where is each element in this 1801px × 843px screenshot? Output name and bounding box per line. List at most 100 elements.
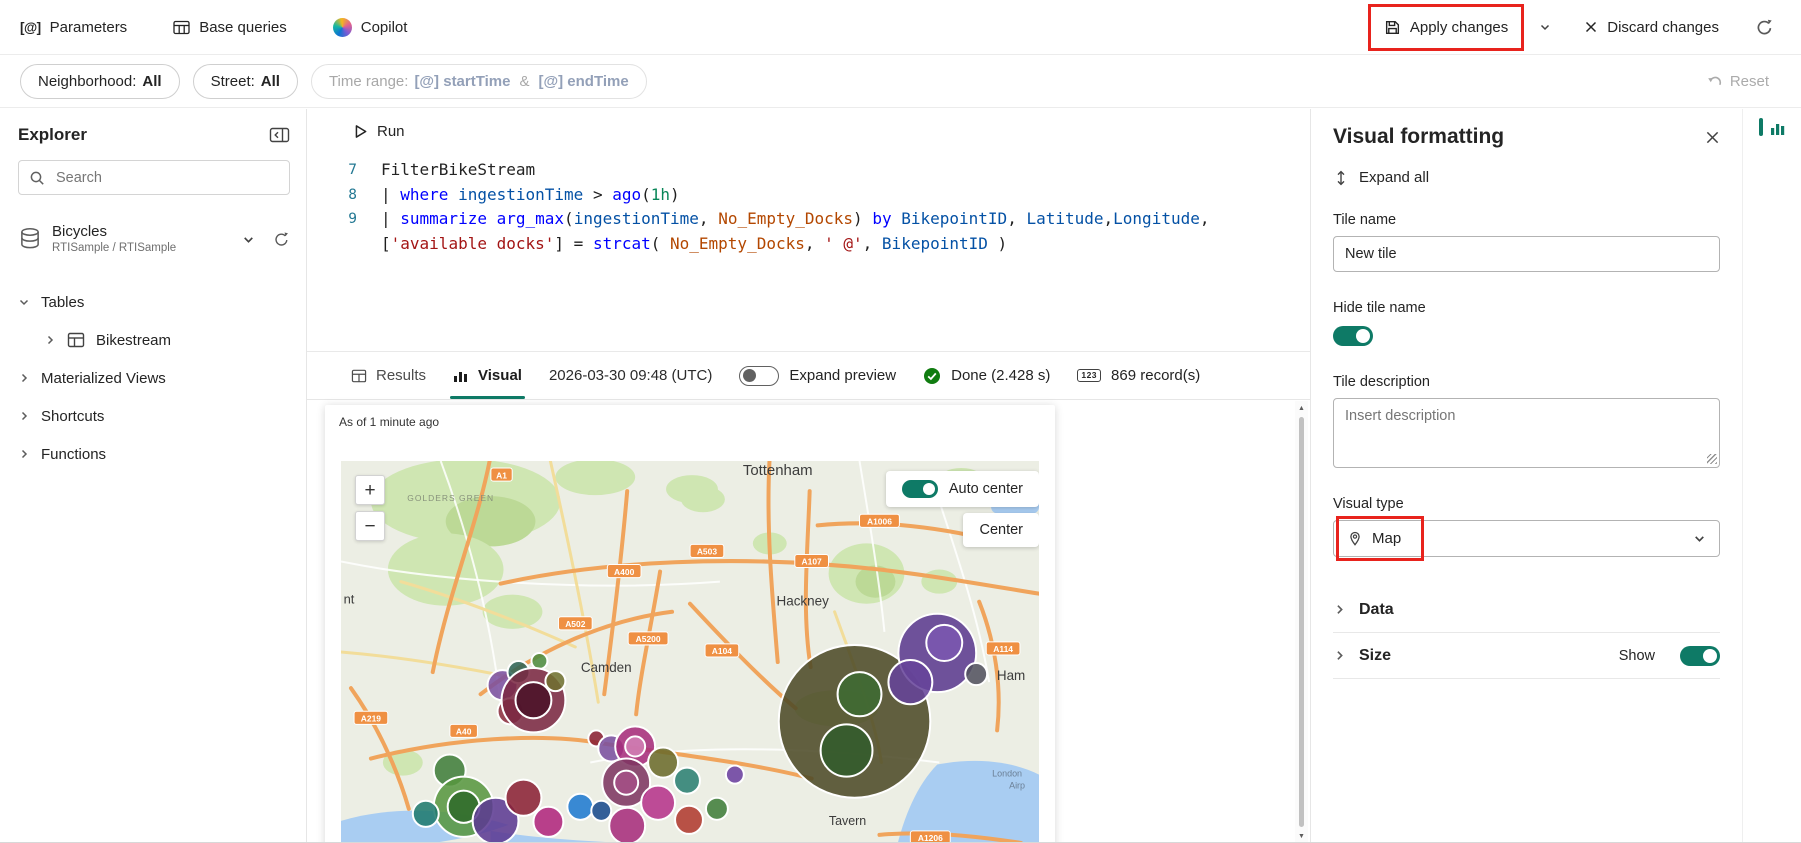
tree-item-tables[interactable]: Tables [18, 283, 290, 321]
svg-text:London: London [992, 769, 1022, 779]
visual-formatting-panel: Visual formatting Expand all Tile name H… [1310, 109, 1742, 843]
copilot-icon [332, 17, 352, 37]
collapse-pane-icon[interactable] [269, 126, 290, 144]
as-of-label: As of 1 minute ago [339, 415, 440, 429]
map-control-group: Auto center Center [885, 471, 1039, 547]
done-check-icon [923, 367, 941, 385]
scroll-up-arrow[interactable]: ▲ [1295, 401, 1308, 415]
section-size[interactable]: Size Show [1333, 633, 1720, 679]
neighborhood-filter-value: All [142, 73, 162, 90]
record-count-icon: 123 [1077, 368, 1102, 383]
tree-item-shortcuts[interactable]: Shortcuts [18, 397, 290, 435]
apply-changes-annotation-box: Apply changes [1367, 3, 1525, 51]
neighborhood-filter-pill[interactable]: Neighborhood: All [20, 64, 180, 99]
end-time-token: [@] endTime [538, 73, 629, 90]
expand-preview-toggle[interactable] [739, 365, 780, 386]
tab-visual[interactable]: Visual [450, 352, 525, 399]
results-toolbar: Results Visual 2026-03-30 09:48 (UTC) Ex… [307, 351, 1310, 400]
chevron-right-icon [44, 334, 56, 346]
copilot-button[interactable]: Copilot [332, 8, 407, 46]
tile-description-label: Tile description [1333, 374, 1430, 390]
tree-item-materialized-views[interactable]: Materialized Views [18, 359, 290, 397]
tree-item-bikestream[interactable]: Bikestream [18, 321, 290, 359]
tile-name-input[interactable] [1333, 236, 1720, 272]
search-input[interactable] [54, 168, 279, 187]
run-label: Run [377, 122, 405, 140]
reset-button[interactable]: Reset [1706, 73, 1781, 90]
save-icon [1384, 19, 1401, 36]
svg-text:Hackney: Hackney [777, 594, 830, 609]
close-icon[interactable] [1705, 130, 1720, 145]
zoom-in-button[interactable]: + [355, 475, 385, 505]
chevron-right-icon [18, 372, 30, 384]
svg-text:Tavern: Tavern [829, 814, 866, 828]
zoom-out-button[interactable]: − [355, 511, 385, 541]
map-canvas[interactable]: A1 A503 A400 A107 A1006 A502 A5200 A104 A114 A219… [341, 461, 1039, 843]
tab-results[interactable]: Results [351, 352, 426, 399]
chevron-down-icon [1693, 532, 1706, 545]
discard-changes-button[interactable]: Discard changes [1584, 8, 1719, 46]
pane-divider-icon[interactable] [1758, 118, 1763, 136]
start-time-token: [@] startTime [414, 73, 511, 90]
tile-name-label: Tile name [1333, 212, 1397, 228]
auto-center-label: Auto center [948, 481, 1023, 497]
visual-type-label: Visual type [1333, 496, 1404, 512]
svg-text:Camden: Camden [581, 660, 632, 675]
svg-text:A219: A219 [361, 713, 382, 723]
tree-item-label: Shortcuts [41, 407, 105, 425]
map-tile-card: As of 1 minute ago A1 A503 A400 A107 A10… [325, 405, 1055, 843]
query-timestamp: 2026-03-30 09:48 (UTC) [548, 367, 713, 384]
tile-description-input[interactable] [1333, 398, 1720, 468]
vertical-scrollbar[interactable]: ▲ ▼ [1295, 401, 1308, 843]
svg-text:A114: A114 [993, 644, 1013, 654]
parameters-icon: [@] [20, 19, 41, 35]
svg-text:A502: A502 [565, 619, 586, 629]
chevron-right-icon [18, 410, 30, 422]
apply-changes-button[interactable]: Apply changes [1384, 8, 1508, 46]
database-icon [18, 226, 42, 252]
base-queries-icon [173, 20, 190, 35]
visual-type-dropdown[interactable]: Map [1333, 516, 1720, 561]
show-size-toggle[interactable] [1680, 645, 1720, 666]
apply-changes-split-chevron[interactable] [1532, 11, 1558, 43]
database-item[interactable]: Bicycles RTISample / RTISample [18, 223, 290, 255]
code-editor[interactable]: 7 FilterBikeStream 8 | where ingestionTime … [307, 153, 1310, 256]
street-filter-pill[interactable]: Street: All [192, 64, 298, 99]
chart-pane-icon[interactable] [1770, 120, 1786, 136]
time-range-filter-pill[interactable]: Time range: [@] startTime & [@] endTime [310, 64, 647, 99]
tree-item-functions[interactable]: Functions [18, 435, 290, 473]
database-chevron-down-icon[interactable] [242, 233, 255, 246]
run-button[interactable]: Run [353, 112, 405, 150]
refresh-button[interactable] [1747, 10, 1781, 44]
scrollbar-thumb[interactable] [1299, 417, 1304, 827]
resize-grip-icon[interactable] [1707, 454, 1717, 464]
parameters-button[interactable]: [@] Parameters [20, 8, 127, 46]
search-icon [29, 170, 45, 186]
results-grid-icon [351, 369, 367, 383]
expand-all-label: Expand all [1359, 169, 1430, 186]
svg-text:Airp: Airp [1009, 781, 1025, 791]
chevron-down-icon [18, 296, 30, 308]
auto-center-toggle[interactable] [901, 480, 938, 498]
base-queries-button[interactable]: Base queries [173, 8, 287, 46]
database-refresh-icon[interactable] [273, 231, 290, 248]
section-data-label: Data [1359, 600, 1394, 618]
search-box[interactable] [18, 160, 290, 195]
center-label: Center [979, 522, 1023, 538]
expand-all-button[interactable]: Expand all [1333, 169, 1429, 186]
hide-tile-name-label: Hide tile name [1333, 300, 1426, 316]
top-toolbar: [@] Parameters Base queries Copilot Appl… [0, 0, 1801, 55]
street-filter-label: Street: [210, 73, 255, 90]
tree-item-label: Materialized Views [41, 369, 166, 387]
street-filter-value: All [260, 73, 280, 90]
chevron-right-icon [1333, 603, 1346, 616]
toolbar-right-group: Apply changes Discard changes [1367, 3, 1781, 51]
center-button[interactable]: Center [963, 513, 1039, 547]
hide-tile-name-toggle[interactable] [1333, 326, 1373, 346]
explorer-pane: Explorer Bicycles RTISample / RTISample [0, 109, 307, 843]
chevron-right-icon [18, 448, 30, 460]
section-data[interactable]: Data [1333, 587, 1720, 633]
svg-text:GOLDERS GREEN: GOLDERS GREEN [407, 493, 494, 503]
scroll-down-arrow[interactable]: ▼ [1295, 829, 1308, 843]
toolbar-left-group: [@] Parameters Base queries Copilot [20, 8, 407, 46]
